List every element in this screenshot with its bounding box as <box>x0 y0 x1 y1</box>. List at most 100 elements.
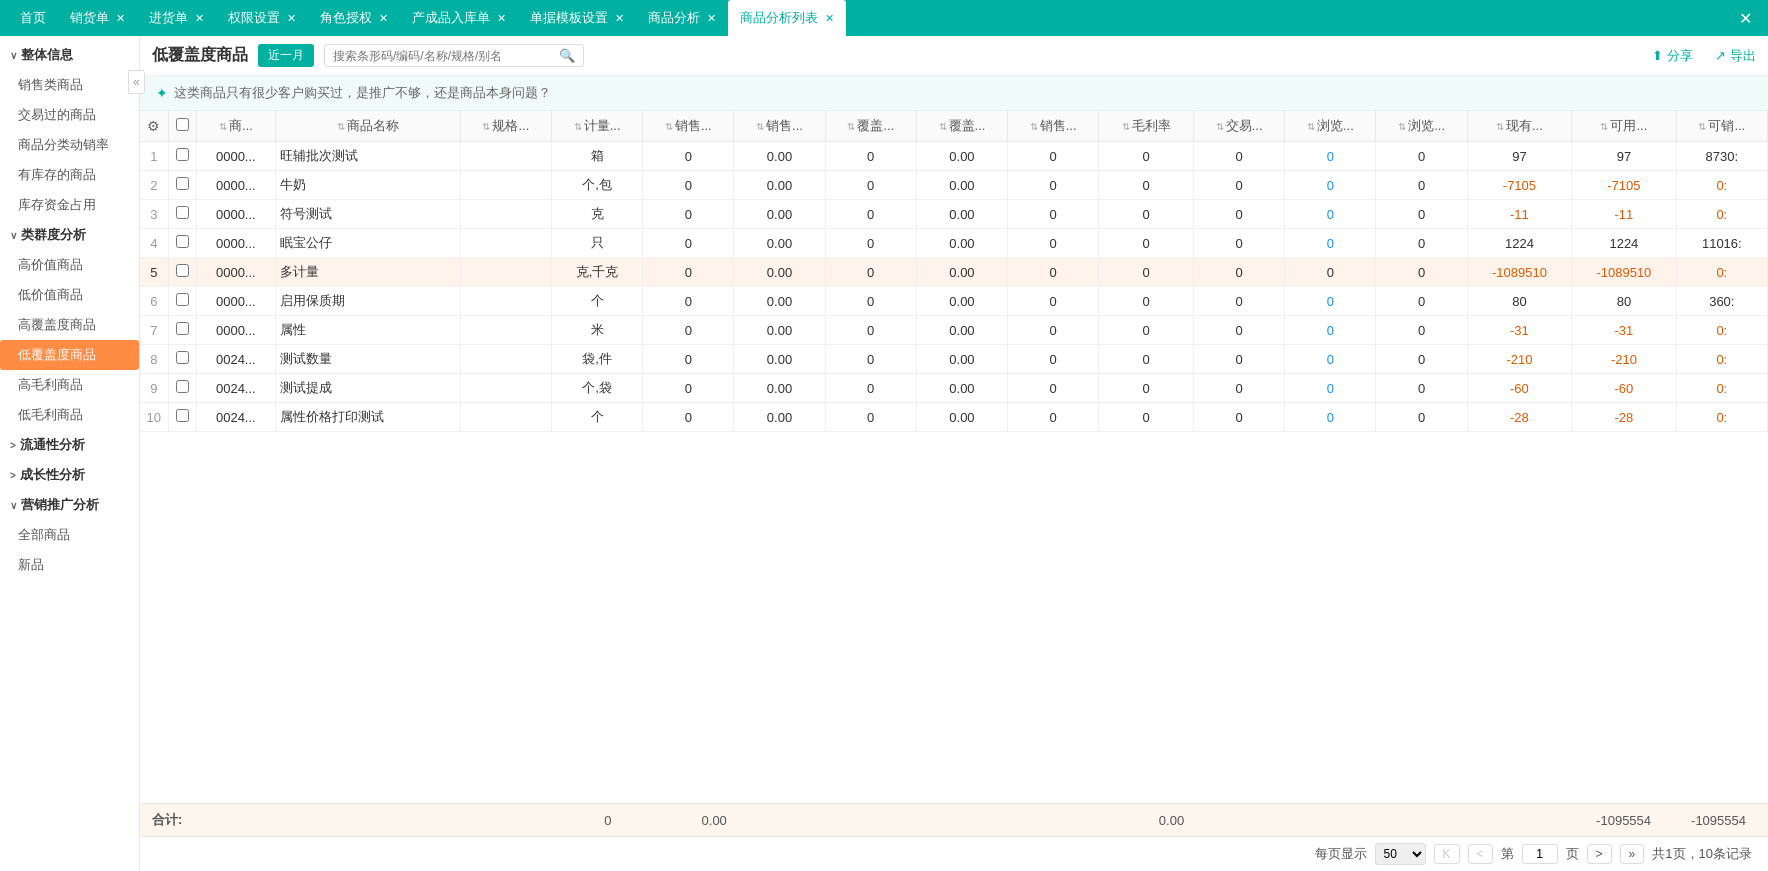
row-browse1[interactable]: 0 <box>1285 403 1376 432</box>
share-icon: ⬆ <box>1652 48 1663 63</box>
row-sellable: 0: <box>1676 403 1767 432</box>
sidebar-item-new-goods[interactable]: 新品 <box>0 550 139 580</box>
sidebar-item-stock-capital[interactable]: 库存资金占用 <box>0 190 139 220</box>
search-icon[interactable]: 🔍 <box>559 48 575 63</box>
row-cov1: 0 <box>825 403 916 432</box>
row-checkbox[interactable] <box>168 374 196 403</box>
per-page-select[interactable]: 50 20 100 <box>1375 843 1426 865</box>
last-page-button[interactable]: » <box>1620 844 1645 864</box>
row-browse1[interactable]: 0 <box>1285 374 1376 403</box>
th-gross: ⇅毛利率 <box>1099 111 1194 142</box>
sidebar-section-group[interactable]: ∨ 类群度分析 <box>0 220 139 250</box>
nav-template-close[interactable]: ✕ <box>615 0 624 36</box>
row-checkbox[interactable] <box>168 345 196 374</box>
period-button[interactable]: 近一月 <box>258 44 314 67</box>
th-settings[interactable]: ⚙ <box>140 111 168 142</box>
sidebar-section-liquidity[interactable]: > 流通性分析 <box>0 430 139 460</box>
row-checkbox[interactable] <box>168 316 196 345</box>
prev-page-button[interactable]: < <box>1468 844 1493 864</box>
window-close-button[interactable]: ✕ <box>1731 9 1760 28</box>
pagination: 每页显示 50 20 100 K < 第 页 > » 共1页，10条记录 <box>140 836 1768 871</box>
nav-template[interactable]: 单据模板设置 ✕ <box>518 0 636 36</box>
sidebar-collapse-button[interactable]: « <box>128 70 145 94</box>
th-name: ⇅商品名称 <box>276 111 461 142</box>
top-navigation: 首页 销货单 ✕ 进货单 ✕ 权限设置 ✕ 角色授权 ✕ 产成品入库单 ✕ 单据… <box>0 0 1768 36</box>
nav-goods-analysis-list[interactable]: 商品分析列表 ✕ <box>728 0 846 36</box>
row-sale-rate: 0 <box>1008 258 1099 287</box>
sidebar-item-high-value[interactable]: 高价值商品 <box>0 250 139 280</box>
row-browse1[interactable]: 0 <box>1285 142 1376 171</box>
row-cov2: 0.00 <box>916 316 1007 345</box>
row-sale-qty: 0 <box>643 229 734 258</box>
row-browse2: 0 <box>1376 142 1467 171</box>
sidebar-section-overall[interactable]: ∨ 整体信息 <box>0 40 139 70</box>
nav-goods-analysis-list-close[interactable]: ✕ <box>825 0 834 36</box>
sidebar-item-traded-goods[interactable]: 交易过的商品 <box>0 100 139 130</box>
nav-purchase[interactable]: 进货单 ✕ <box>137 0 216 36</box>
row-checkbox[interactable] <box>168 142 196 171</box>
row-sale-amount: 0.00 <box>734 258 825 287</box>
nav-product-inbound[interactable]: 产成品入库单 ✕ <box>400 0 518 36</box>
row-sale-amount: 0.00 <box>734 171 825 200</box>
sidebar-item-low-margin[interactable]: 低毛利商品 <box>0 400 139 430</box>
row-checkbox[interactable] <box>168 200 196 229</box>
row-sale-rate: 0 <box>1008 374 1099 403</box>
sidebar-section-marketing[interactable]: ∨ 营销推广分析 <box>0 490 139 520</box>
row-unit: 克,千克 <box>551 258 642 287</box>
nav-sales[interactable]: 销货单 ✕ <box>58 0 137 36</box>
nav-goods-analysis-close[interactable]: ✕ <box>707 0 716 36</box>
row-sellable: 0: <box>1676 171 1767 200</box>
nav-permission-close[interactable]: ✕ <box>287 0 296 36</box>
row-checkbox[interactable] <box>168 403 196 432</box>
row-browse1[interactable]: 0 <box>1285 316 1376 345</box>
row-browse1[interactable]: 0 <box>1285 287 1376 316</box>
row-available: -11 <box>1572 200 1676 229</box>
nav-role[interactable]: 角色授权 ✕ <box>308 0 400 36</box>
row-trade: 0 <box>1194 287 1285 316</box>
sidebar-item-category-rate[interactable]: 商品分类动销率 <box>0 130 139 160</box>
search-input[interactable] <box>333 49 555 63</box>
nav-permission[interactable]: 权限设置 ✕ <box>216 0 308 36</box>
row-browse2: 0 <box>1376 403 1467 432</box>
sidebar-item-low-value[interactable]: 低价值商品 <box>0 280 139 310</box>
row-browse1[interactable]: 0 <box>1285 345 1376 374</box>
sidebar-section-growth[interactable]: > 成长性分析 <box>0 460 139 490</box>
group-arrow: ∨ <box>10 230 17 241</box>
row-gross: 0 <box>1099 229 1194 258</box>
row-checkbox[interactable] <box>168 171 196 200</box>
select-all-checkbox[interactable] <box>176 118 189 131</box>
search-box: 🔍 <box>324 44 584 67</box>
sidebar-item-low-coverage[interactable]: 低覆盖度商品 <box>0 340 139 370</box>
row-spec <box>460 258 551 287</box>
info-icon: ✦ <box>156 85 168 101</box>
nav-sales-close[interactable]: ✕ <box>116 0 125 36</box>
nav-goods-analysis[interactable]: 商品分析 ✕ <box>636 0 728 36</box>
page-number-input[interactable] <box>1522 844 1558 864</box>
row-spec <box>460 229 551 258</box>
nav-product-inbound-close[interactable]: ✕ <box>497 0 506 36</box>
row-sale-rate: 0 <box>1008 171 1099 200</box>
first-page-button[interactable]: K <box>1434 844 1460 864</box>
nav-home[interactable]: 首页 <box>8 0 58 36</box>
sidebar-item-sales-goods[interactable]: 销售类商品 <box>0 70 139 100</box>
sidebar-item-all-goods[interactable]: 全部商品 <box>0 520 139 550</box>
sidebar-item-stocked-goods[interactable]: 有库存的商品 <box>0 160 139 190</box>
next-page-button[interactable]: > <box>1587 844 1612 864</box>
row-browse1[interactable]: 0 <box>1285 200 1376 229</box>
row-browse1[interactable]: 0 <box>1285 258 1376 287</box>
row-checkbox[interactable] <box>168 258 196 287</box>
row-checkbox[interactable] <box>168 229 196 258</box>
nav-purchase-close[interactable]: ✕ <box>195 0 204 36</box>
sidebar-item-high-coverage[interactable]: 高覆盖度商品 <box>0 310 139 340</box>
page-title: 低覆盖度商品 <box>152 45 248 66</box>
share-button[interactable]: ⬆ 分享 <box>1652 47 1693 65</box>
row-browse1[interactable]: 0 <box>1285 229 1376 258</box>
nav-role-close[interactable]: ✕ <box>379 0 388 36</box>
row-checkbox[interactable] <box>168 287 196 316</box>
sidebar-item-high-margin[interactable]: 高毛利商品 <box>0 370 139 400</box>
row-browse1[interactable]: 0 <box>1285 171 1376 200</box>
export-button[interactable]: ↗ 导出 <box>1715 47 1756 65</box>
row-trade: 0 <box>1194 171 1285 200</box>
row-gross: 0 <box>1099 316 1194 345</box>
row-name: 属性 <box>276 316 461 345</box>
